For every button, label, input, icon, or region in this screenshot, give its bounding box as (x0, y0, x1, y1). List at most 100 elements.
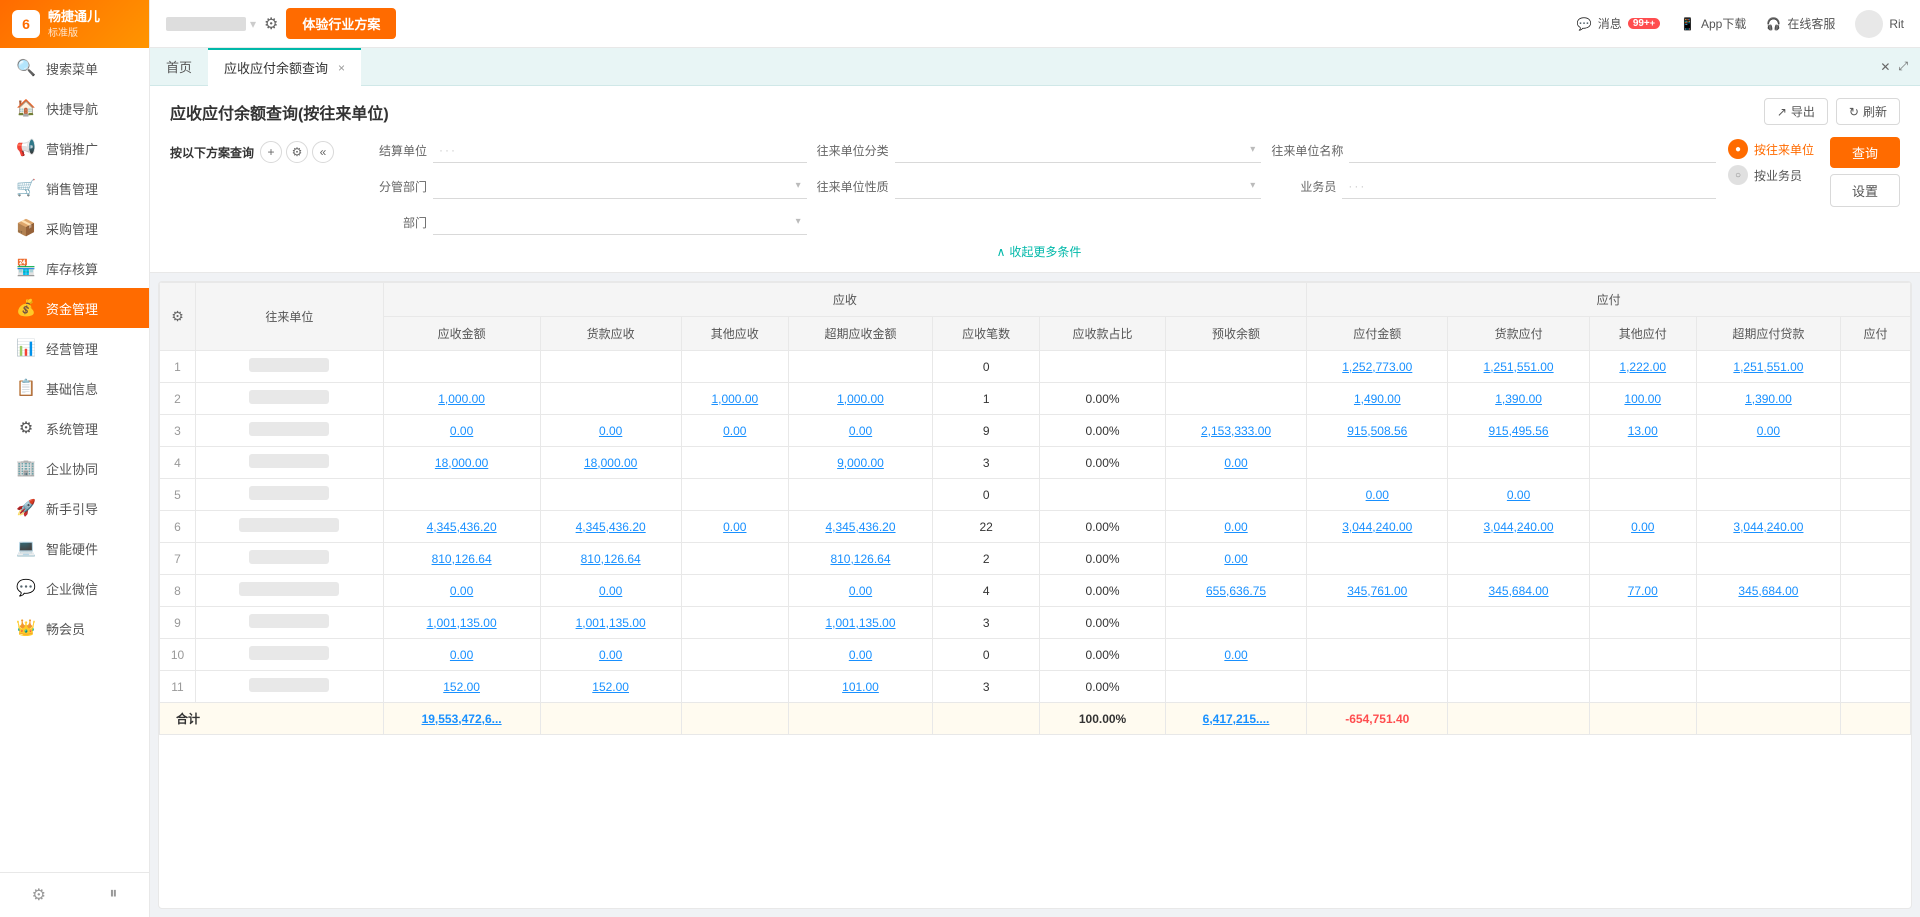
cell-ap_amount[interactable]: 1,252,773.00 (1307, 351, 1448, 383)
cell-ap_overdue[interactable]: 3,044,240.00 (1696, 511, 1840, 543)
cell-ar_goods[interactable]: 0.00 (540, 415, 681, 447)
cell-ap_other[interactable]: 100.00 (1589, 383, 1696, 415)
staff-input[interactable]: ··· (1342, 173, 1716, 199)
close-window-icon[interactable]: ✕ (1880, 60, 1890, 74)
cell-ap_amount[interactable]: 0.00 (1307, 479, 1448, 511)
online-service-group[interactable]: 🎧 在线客服 (1766, 15, 1835, 32)
cell-ar_overdue[interactable]: 1,000.00 (788, 383, 932, 415)
cell-ar_overdue[interactable]: 0.00 (788, 415, 932, 447)
sidebar-item-operations[interactable]: 📊 经营管理 (0, 328, 149, 368)
tab-query[interactable]: 应收应付余额查询 × (208, 48, 361, 86)
collapse-scheme-button[interactable]: « (312, 141, 334, 163)
partner-name-input[interactable] (1349, 137, 1716, 163)
sidebar-item-member[interactable]: 👑 畅会员 (0, 608, 149, 648)
cell-ap_goods[interactable]: 3,044,240.00 (1448, 511, 1589, 543)
cell-ar_other[interactable]: 1,000.00 (681, 383, 788, 415)
add-scheme-button[interactable]: + (260, 141, 282, 163)
cell-ar_prepaid[interactable]: 0.00 (1165, 511, 1306, 543)
cell-ar_amount[interactable]: 0.00 (383, 639, 540, 671)
cell-ar_overdue[interactable]: 1,001,135.00 (788, 607, 932, 639)
cell-ap_goods[interactable]: 345,684.00 (1448, 575, 1589, 607)
cell-ar_amount[interactable]: 810,126.64 (383, 543, 540, 575)
cell-ar_prepaid[interactable]: 0.00 (1165, 639, 1306, 671)
cell-ar_amount[interactable]: 152.00 (383, 671, 540, 703)
tab-home[interactable]: 首页 (150, 48, 208, 86)
export-button[interactable]: ↗ 导出 (1764, 98, 1828, 125)
cell-ar_amount[interactable]: 0.00 (383, 415, 540, 447)
messages-group[interactable]: 💬 消息 99++ (1577, 15, 1660, 32)
cell-ar_amount[interactable]: 0.00 (383, 575, 540, 607)
cell-ap_goods[interactable]: 1,251,551.00 (1448, 351, 1589, 383)
sidebar-item-basic[interactable]: 📋 基础信息 (0, 368, 149, 408)
cell-ap_amount[interactable]: 3,044,240.00 (1307, 511, 1448, 543)
cell-ar_other[interactable]: 0.00 (681, 415, 788, 447)
sidebar-item-marketing[interactable]: 📢 营销推广 (0, 128, 149, 168)
sidebar-item-quicknav[interactable]: 🏠 快捷导航 (0, 88, 149, 128)
th-settings[interactable]: ⚙ (160, 283, 196, 351)
cell-ar_amount[interactable]: 1,001,135.00 (383, 607, 540, 639)
partner-nature-select[interactable]: ▾ (895, 173, 1262, 199)
total-ar-amount[interactable]: 19,553,472,6... (383, 703, 540, 735)
cell-ar_goods[interactable]: 4,345,436.20 (540, 511, 681, 543)
cell-ap_goods[interactable]: 0.00 (1448, 479, 1589, 511)
dept-select[interactable]: ▾ (433, 173, 807, 199)
cell-ap_amount[interactable]: 915,508.56 (1307, 415, 1448, 447)
cell-ar_overdue[interactable]: 4,345,436.20 (788, 511, 932, 543)
cell-ar_prepaid[interactable]: 0.00 (1165, 447, 1306, 479)
jiesuan-unit-input[interactable]: ··· (433, 137, 807, 163)
view-by-partner[interactable]: ● 按往来单位 (1728, 139, 1818, 159)
cell-ar_other[interactable]: 0.00 (681, 511, 788, 543)
settings-scheme-button[interactable]: ⚙ (286, 141, 308, 163)
cell-ar_prepaid[interactable]: 0.00 (1165, 543, 1306, 575)
cell-ar_prepaid[interactable]: 2,153,333.00 (1165, 415, 1306, 447)
cell-ap_overdue[interactable]: 1,390.00 (1696, 383, 1840, 415)
top-bar-settings-icon[interactable]: ⚙ (264, 14, 278, 34)
cell-ar_amount[interactable]: 1,000.00 (383, 383, 540, 415)
cell-ap_other[interactable]: 13.00 (1589, 415, 1696, 447)
cell-ar_goods[interactable]: 0.00 (540, 575, 681, 607)
cell-ar_amount[interactable]: 18,000.00 (383, 447, 540, 479)
cell-ar_overdue[interactable]: 0.00 (788, 639, 932, 671)
sidebar-item-device[interactable]: 💻 智能硬件 (0, 528, 149, 568)
sidebar-item-enterprise[interactable]: 🏢 企业协同 (0, 448, 149, 488)
cell-ar_goods[interactable]: 810,126.64 (540, 543, 681, 575)
tab-close-icon[interactable]: × (338, 61, 345, 75)
cell-ap_overdue[interactable]: 345,684.00 (1696, 575, 1840, 607)
refresh-button[interactable]: ↻ 刷新 (1836, 98, 1900, 125)
cell-ap_amount[interactable]: 345,761.00 (1307, 575, 1448, 607)
sidebar-item-sales[interactable]: 🛒 销售管理 (0, 168, 149, 208)
cell-ar_overdue[interactable]: 0.00 (788, 575, 932, 607)
cell-ar_goods[interactable]: 152.00 (540, 671, 681, 703)
view-by-staff[interactable]: ○ 按业务员 (1728, 165, 1818, 185)
sidebar-collapse-icon[interactable]: ⏸ (109, 885, 117, 905)
cell-ap_goods[interactable]: 915,495.56 (1448, 415, 1589, 447)
sidebar-item-purchase[interactable]: 📦 采购管理 (0, 208, 149, 248)
cell-ap_goods[interactable]: 1,390.00 (1448, 383, 1589, 415)
solution-button[interactable]: 体验行业方案 (286, 8, 396, 39)
cell-ar_goods[interactable]: 0.00 (540, 639, 681, 671)
sidebar-item-inventory[interactable]: 🏪 库存核算 (0, 248, 149, 288)
query-button[interactable]: 查询 (1830, 137, 1900, 168)
cell-ar_goods[interactable]: 1,001,135.00 (540, 607, 681, 639)
table-settings-icon[interactable]: ⚙ (171, 308, 184, 324)
partner-class-select[interactable]: ▾ (895, 137, 1262, 163)
sidebar-item-wechat[interactable]: 💬 企业微信 (0, 568, 149, 608)
cell-ar_overdue[interactable]: 101.00 (788, 671, 932, 703)
setting-button[interactable]: 设置 (1830, 174, 1900, 207)
user-group[interactable]: Rit (1855, 10, 1904, 38)
cell-ap_overdue[interactable]: 1,251,551.00 (1696, 351, 1840, 383)
cell-ap_other[interactable]: 0.00 (1589, 511, 1696, 543)
sidebar-item-system[interactable]: ⚙ 系统管理 (0, 408, 149, 448)
sidebar-item-finance[interactable]: 💰 资金管理 (0, 288, 149, 328)
cell-ap_overdue[interactable]: 0.00 (1696, 415, 1840, 447)
cell-ap_other[interactable]: 77.00 (1589, 575, 1696, 607)
sidebar-item-guide[interactable]: 🚀 新手引导 (0, 488, 149, 528)
app-download-group[interactable]: 📱 App下载 (1680, 15, 1746, 32)
cell-ar_overdue[interactable]: 9,000.00 (788, 447, 932, 479)
cell-ar_prepaid[interactable]: 655,636.75 (1165, 575, 1306, 607)
maximize-icon[interactable]: ⤢ (1898, 59, 1908, 74)
cell-ap_amount[interactable]: 1,490.00 (1307, 383, 1448, 415)
cell-ap_other[interactable]: 1,222.00 (1589, 351, 1696, 383)
cell-ar_overdue[interactable]: 810,126.64 (788, 543, 932, 575)
sidebar-item-search[interactable]: 🔍 搜索菜单 (0, 48, 149, 88)
